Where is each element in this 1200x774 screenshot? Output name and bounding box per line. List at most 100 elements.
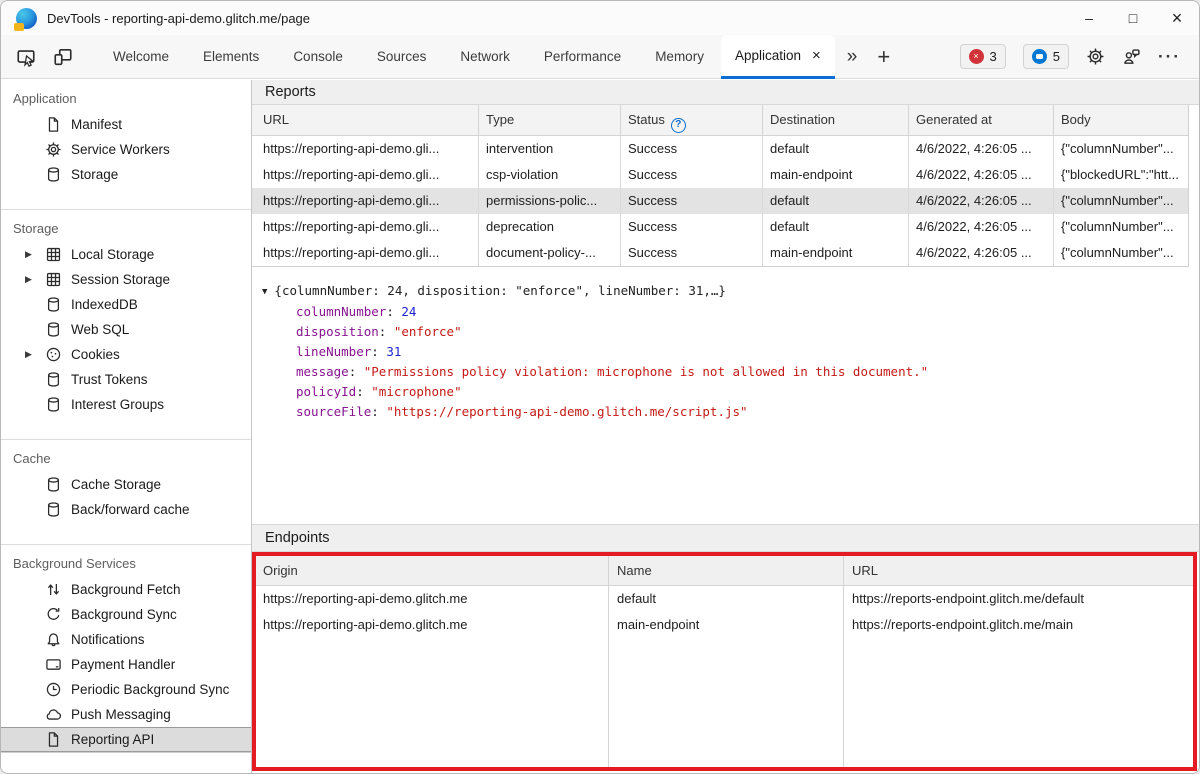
col-name[interactable]: Name bbox=[608, 556, 843, 586]
tab-network[interactable]: Network bbox=[443, 35, 527, 78]
feedback-icon[interactable] bbox=[1122, 47, 1141, 66]
database-icon bbox=[45, 476, 62, 493]
sidebar-item-trust-tokens[interactable]: Trust Tokens bbox=[1, 367, 251, 392]
sidebar-item-service-workers[interactable]: Service Workers bbox=[1, 137, 251, 162]
json-property: sourceFile: "https://reporting-api-demo.… bbox=[296, 402, 1199, 422]
minimize-button[interactable]: – bbox=[1067, 1, 1111, 35]
json-summary-line[interactable]: ▼ {columnNumber: 24, disposition: "enforc… bbox=[262, 281, 1199, 302]
cell-body: {"columnNumber"... bbox=[1053, 214, 1189, 240]
message-icon bbox=[1032, 49, 1047, 64]
sidebar-item-payment-handler[interactable]: Payment Handler bbox=[1, 652, 251, 677]
messages-badge[interactable]: 5 bbox=[1023, 44, 1069, 69]
endpoint-url[interactable]: https://reports-endpoint.glitch.me/defau… bbox=[843, 586, 1193, 612]
sidebar-item-background-fetch[interactable]: Background Fetch bbox=[1, 577, 251, 602]
sidebar-item-session-storage[interactable]: ▶ Session Storage bbox=[1, 267, 251, 292]
sidebar-item-background-sync[interactable]: Background Sync bbox=[1, 602, 251, 627]
more-tabs-icon[interactable]: » bbox=[837, 46, 868, 68]
settings-gear-icon[interactable] bbox=[1086, 47, 1105, 66]
sidebar-section-cache: Cache Cache Storage Back/forward cache bbox=[1, 440, 251, 545]
endpoints-table: Origin Name URL https://reporting-api-de… bbox=[256, 556, 1193, 767]
sidebar-item-notifications[interactable]: Notifications bbox=[1, 627, 251, 652]
endpoint-origin[interactable]: https://reporting-api-demo.glitch.me bbox=[256, 586, 608, 612]
database-icon bbox=[45, 371, 62, 388]
report-row[interactable]: https://reporting-api-demo.gli... interv… bbox=[252, 136, 1188, 162]
cell-type: document-policy-... bbox=[478, 240, 620, 266]
sidebar-item-push-messaging[interactable]: Push Messaging bbox=[1, 702, 251, 727]
endpoint-url[interactable]: https://reports-endpoint.glitch.me/main bbox=[843, 612, 1193, 638]
cell-destination: default bbox=[762, 136, 908, 162]
errors-badge[interactable]: × 3 bbox=[960, 44, 1006, 69]
sidebar-item-interest-groups[interactable]: Interest Groups bbox=[1, 392, 251, 417]
database-icon bbox=[45, 166, 62, 183]
report-row[interactable]: https://reporting-api-demo.gli... csp-vi… bbox=[252, 162, 1188, 188]
col-origin[interactable]: Origin bbox=[256, 556, 608, 586]
col-type[interactable]: Type bbox=[478, 105, 620, 135]
col-url[interactable]: URL bbox=[843, 556, 1193, 586]
report-row[interactable]: https://reporting-api-demo.gli... deprec… bbox=[252, 214, 1188, 240]
item-label: Manifest bbox=[71, 117, 122, 132]
cell-body: {"columnNumber"... bbox=[1053, 240, 1189, 266]
sidebar-section-background-services: Background Services Background Fetch Bac… bbox=[1, 545, 251, 753]
col-url[interactable]: URL bbox=[252, 105, 478, 135]
sidebar-item-reporting-api[interactable]: Reporting API bbox=[1, 727, 251, 752]
item-label: Reporting API bbox=[71, 732, 154, 747]
more-options-icon[interactable]: ··· bbox=[1158, 48, 1181, 65]
sidebar-item-back-forward-cache[interactable]: Back/forward cache bbox=[1, 497, 251, 522]
new-tab-icon[interactable]: + bbox=[867, 44, 900, 70]
tab-application-label: Application bbox=[735, 48, 801, 63]
expand-triangle-icon[interactable]: ▶ bbox=[25, 249, 45, 260]
sidebar-item-local-storage[interactable]: ▶ Local Storage bbox=[1, 242, 251, 267]
cell-url: https://reporting-api-demo.gli... bbox=[252, 162, 478, 188]
item-label: Background Sync bbox=[71, 607, 177, 622]
sidebar-item-cookies[interactable]: ▶ Cookies bbox=[1, 342, 251, 367]
endpoint-name[interactable]: main-endpoint bbox=[608, 612, 843, 638]
endpoint-origin[interactable]: https://reporting-api-demo.glitch.me bbox=[256, 612, 608, 638]
json-properties: columnNumber: 24 disposition: "enforce" … bbox=[262, 302, 1199, 422]
col-destination[interactable]: Destination bbox=[762, 105, 908, 135]
cell-url: https://reporting-api-demo.gli... bbox=[252, 240, 478, 266]
sidebar-item-storage[interactable]: Storage bbox=[1, 162, 251, 187]
json-property: lineNumber: 31 bbox=[296, 342, 1199, 362]
expand-triangle-icon[interactable]: ▶ bbox=[25, 274, 45, 285]
tab-performance[interactable]: Performance bbox=[527, 35, 638, 78]
collapse-triangle-icon[interactable]: ▼ bbox=[262, 287, 267, 297]
endpoint-name[interactable]: default bbox=[608, 586, 843, 612]
endpoints-section: Endpoints Origin Name URL https://report… bbox=[252, 524, 1199, 773]
tab-application[interactable]: Application × bbox=[721, 35, 835, 79]
status-help-icon[interactable]: ? bbox=[671, 118, 686, 133]
col-generated-at[interactable]: Generated at bbox=[908, 105, 1053, 135]
sidebar-item-manifest[interactable]: Manifest bbox=[1, 112, 251, 137]
toolbar-right-cluster: × 3 5 ··· bbox=[960, 44, 1181, 69]
sidebar-item-web-sql[interactable]: Web SQL bbox=[1, 317, 251, 342]
file-icon bbox=[45, 731, 62, 748]
tab-memory[interactable]: Memory bbox=[638, 35, 721, 78]
tab-welcome[interactable]: Welcome bbox=[96, 35, 186, 78]
col-status[interactable]: Status? bbox=[620, 105, 762, 135]
sidebar-item-cache-storage[interactable]: Cache Storage bbox=[1, 472, 251, 497]
close-button[interactable]: × bbox=[1155, 1, 1199, 35]
col-body[interactable]: Body bbox=[1053, 105, 1189, 135]
tab-close-icon[interactable]: × bbox=[812, 47, 821, 64]
sidebar-item-indexeddb[interactable]: IndexedDB bbox=[1, 292, 251, 317]
device-toolbar-button[interactable] bbox=[52, 46, 74, 68]
endpoints-header-bar: Endpoints bbox=[252, 524, 1199, 552]
expand-triangle-icon[interactable]: ▶ bbox=[25, 349, 45, 360]
maximize-button[interactable]: □ bbox=[1111, 1, 1155, 35]
report-row-selected[interactable]: https://reporting-api-demo.gli... permis… bbox=[252, 188, 1188, 214]
clock-icon bbox=[45, 681, 62, 698]
tab-sources[interactable]: Sources bbox=[360, 35, 444, 78]
cloud-icon bbox=[45, 706, 62, 723]
devtools-app-icon bbox=[16, 8, 37, 29]
cell-status: Success bbox=[620, 214, 762, 240]
cell-destination: main-endpoint bbox=[762, 162, 908, 188]
tab-elements[interactable]: Elements bbox=[186, 35, 276, 78]
sidebar-item-periodic-background-sync[interactable]: Periodic Background Sync bbox=[1, 677, 251, 702]
inspect-element-button[interactable] bbox=[15, 46, 37, 68]
item-label: Storage bbox=[71, 167, 118, 182]
cell-generated: 4/6/2022, 4:26:05 ... bbox=[908, 240, 1053, 266]
report-row[interactable]: https://reporting-api-demo.gli... docume… bbox=[252, 240, 1188, 266]
tab-console[interactable]: Console bbox=[276, 35, 360, 78]
database-icon bbox=[45, 296, 62, 313]
window-controls: – □ × bbox=[1067, 1, 1199, 35]
json-summary: {columnNumber: 24, disposition: "enforce… bbox=[274, 283, 726, 298]
